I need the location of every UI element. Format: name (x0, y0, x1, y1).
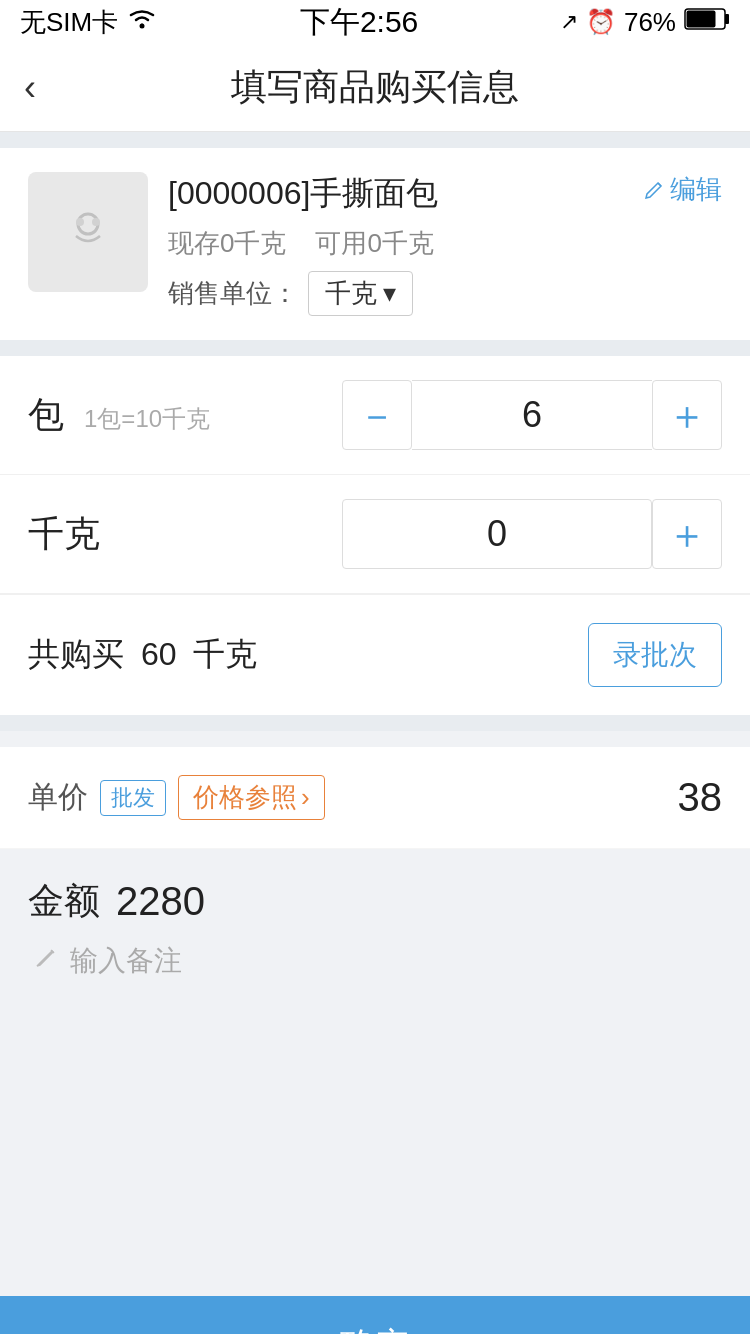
total-text: 共购买 60 千克 (28, 633, 257, 677)
svg-rect-2 (725, 14, 729, 24)
price-ref-button[interactable]: 价格参照 › (178, 775, 325, 820)
qty-pack-controls: － ＋ (342, 380, 722, 450)
amount-section: 金额 2280 输入备注 (0, 849, 750, 996)
location-icon: ↗ (560, 9, 578, 35)
status-right: ↗ ⏰ 76% (560, 7, 730, 38)
product-stock: 现存0千克 可用0千克 (168, 226, 722, 261)
product-name: [0000006]手撕面包 (168, 172, 438, 216)
input-section: 包 1包=10千克 － ＋ 千克 ＋ 共购买 60 千克 录批次 (0, 356, 750, 715)
product-info: [0000006]手撕面包 编辑 现存0千克 可用0千克 销售单位： 千克 ▾ (168, 172, 722, 316)
qty-kg-row: 千克 ＋ (0, 475, 750, 594)
divider-3 (0, 715, 750, 731)
wifi-icon (126, 7, 158, 38)
product-title-row: [0000006]手撕面包 编辑 (168, 172, 722, 216)
total-row: 共购买 60 千克 录批次 (0, 594, 750, 715)
qty-pack-minus[interactable]: － (342, 380, 412, 450)
price-label: 单价 (28, 777, 88, 818)
amount-label: 金额 (28, 877, 100, 926)
total-amount: 60 (141, 636, 177, 672)
note-row[interactable]: 输入备注 (28, 942, 722, 980)
main-content (0, 996, 750, 1296)
qty-kg-label: 千克 (28, 510, 342, 559)
qty-kg-controls: ＋ (342, 499, 722, 569)
price-type-tag: 批发 (100, 780, 166, 816)
qty-kg-input[interactable] (342, 499, 652, 569)
nav-bar: ‹ 填写商品购买信息 (0, 44, 750, 132)
price-left: 单价 批发 价格参照 › (28, 775, 325, 820)
confirm-button[interactable]: 确定 (0, 1296, 750, 1334)
divider-1 (0, 132, 750, 148)
batch-button[interactable]: 录批次 (588, 623, 722, 687)
product-unit-row: 销售单位： 千克 ▾ (168, 271, 722, 316)
edit-button[interactable]: 编辑 (642, 172, 722, 207)
divider-2 (0, 340, 750, 356)
status-time: 下午2:56 (300, 2, 418, 43)
battery-icon (684, 8, 730, 36)
svg-point-5 (76, 218, 84, 226)
unit-select[interactable]: 千克 ▾ (308, 271, 413, 316)
svg-point-6 (92, 218, 100, 226)
status-bar: 无SIM卡 下午2:56 ↗ ⏰ 76% (0, 0, 750, 44)
qty-pack-input[interactable] (412, 380, 652, 450)
price-section: 单价 批发 价格参照 › 38 (0, 747, 750, 849)
back-button[interactable]: ‹ (24, 67, 36, 109)
svg-rect-3 (686, 11, 715, 28)
qty-pack-label: 包 1包=10千克 (28, 391, 342, 440)
qty-kg-plus[interactable]: ＋ (652, 499, 722, 569)
status-left: 无SIM卡 (20, 5, 158, 40)
qty-pack-sublabel: 1包=10千克 (84, 405, 210, 432)
carrier-label: 无SIM卡 (20, 5, 118, 40)
product-image (28, 172, 148, 292)
amount-row: 金额 2280 (28, 877, 722, 926)
product-card: [0000006]手撕面包 编辑 现存0千克 可用0千克 销售单位： 千克 ▾ (0, 148, 750, 340)
pencil-icon (32, 944, 60, 979)
qty-pack-plus[interactable]: ＋ (652, 380, 722, 450)
svg-point-0 (140, 23, 145, 28)
qty-pack-row: 包 1包=10千克 － ＋ (0, 356, 750, 475)
amount-value: 2280 (116, 879, 205, 924)
price-value: 38 (678, 775, 723, 820)
page-title: 填写商品购买信息 (231, 63, 519, 112)
alarm-icon: ⏰ (586, 8, 616, 36)
note-placeholder: 输入备注 (70, 942, 182, 980)
battery-label: 76% (624, 7, 676, 38)
